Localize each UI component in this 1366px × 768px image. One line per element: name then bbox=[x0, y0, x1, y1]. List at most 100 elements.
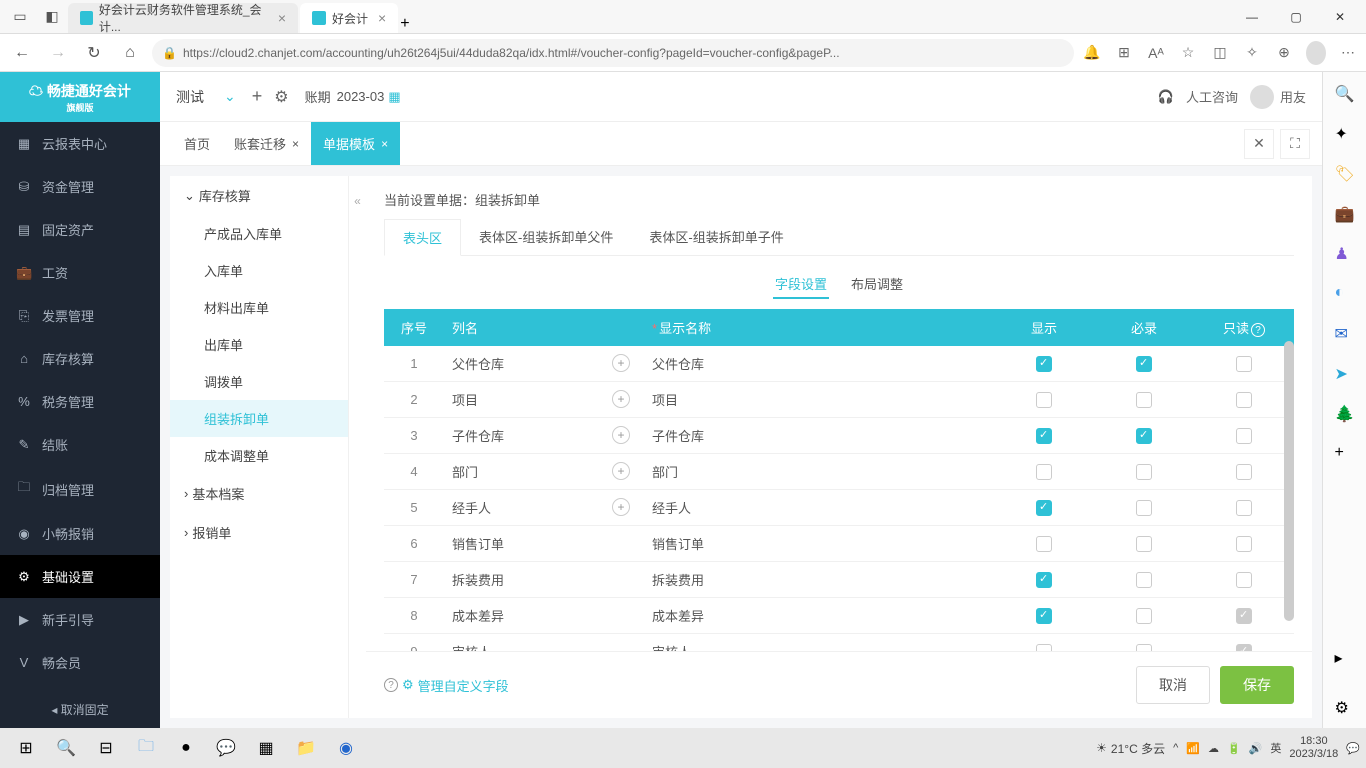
sidebar-settings-icon[interactable]: ⚙ bbox=[1335, 698, 1355, 718]
close-all-icon[interactable]: ✕ bbox=[1244, 129, 1274, 159]
favorite-icon[interactable]: ☆ bbox=[1178, 44, 1198, 61]
close-button[interactable]: ✕ bbox=[1318, 10, 1362, 24]
text-size-icon[interactable]: Aᴬ bbox=[1146, 45, 1166, 61]
checkbox[interactable] bbox=[1236, 500, 1252, 516]
period-value[interactable]: 2023-03 bbox=[337, 89, 385, 104]
explorer-icon[interactable]: 🗀 bbox=[126, 728, 166, 768]
area-tab[interactable]: 表体区-组装拆卸单父件 bbox=[461, 219, 631, 255]
cancel-button[interactable]: 取消 bbox=[1136, 666, 1210, 704]
volume-icon[interactable]: 🔊 bbox=[1249, 742, 1263, 755]
help-icon[interactable]: ? bbox=[1251, 323, 1265, 337]
cloud-icon[interactable]: ☁ bbox=[1208, 742, 1219, 755]
weather-widget[interactable]: ☀ 21°C 多云 bbox=[1096, 740, 1165, 757]
consult-link[interactable]: 人工咨询 bbox=[1186, 87, 1238, 106]
collapse-panel-button[interactable]: « bbox=[348, 176, 366, 718]
close-icon[interactable]: × bbox=[381, 137, 388, 151]
cell-display[interactable]: 拆装费用 bbox=[644, 562, 994, 598]
checkbox[interactable] bbox=[1136, 644, 1152, 651]
headset-icon[interactable]: 🎧 bbox=[1158, 89, 1174, 105]
cell-display[interactable]: 部门 bbox=[644, 454, 994, 490]
sidebar-item-基础设置[interactable]: ⚙基础设置 bbox=[0, 555, 160, 598]
calendar-icon[interactable]: ▦ bbox=[388, 89, 400, 105]
doc-type-item[interactable]: 成本调整单 bbox=[170, 437, 348, 474]
sidebar-item-畅会员[interactable]: V畅会员 bbox=[0, 641, 160, 684]
cell-display[interactable]: 成本差异 bbox=[644, 598, 994, 634]
checkbox[interactable] bbox=[1036, 572, 1052, 588]
checkbox[interactable] bbox=[1236, 392, 1252, 408]
search-icon[interactable]: 🔍 bbox=[1335, 84, 1355, 104]
add-icon[interactable]: + bbox=[612, 498, 630, 516]
cell-display[interactable]: 销售订单 bbox=[644, 526, 994, 562]
sidebar-item-税务管理[interactable]: %税务管理 bbox=[0, 380, 160, 423]
checkbox[interactable] bbox=[1236, 536, 1252, 552]
menu-icon[interactable]: ⋯ bbox=[1338, 44, 1358, 61]
edge-icon[interactable]: ◉ bbox=[326, 728, 366, 768]
shopping-icon[interactable]: 🏷 bbox=[1335, 164, 1355, 184]
checkbox[interactable] bbox=[1136, 356, 1152, 372]
notification-icon[interactable]: 🔔 bbox=[1082, 44, 1102, 61]
page-tab[interactable]: 首页 bbox=[172, 122, 222, 165]
browser-tab-1[interactable]: 好会计云财务软件管理系统_会计... × bbox=[68, 3, 298, 33]
checkbox[interactable] bbox=[1036, 428, 1052, 444]
tools-icon[interactable]: 💼 bbox=[1335, 204, 1355, 224]
group-expense[interactable]: ›报销单 bbox=[170, 513, 348, 552]
sidebar-item-资金管理[interactable]: ⛁资金管理 bbox=[0, 165, 160, 208]
collections-icon[interactable]: ✧ bbox=[1242, 44, 1262, 61]
sidebar-item-小畅报销[interactable]: ◉小畅报销 bbox=[0, 512, 160, 555]
checkbox[interactable] bbox=[1136, 608, 1152, 624]
checkbox[interactable] bbox=[1036, 392, 1052, 408]
checkbox[interactable] bbox=[1136, 536, 1152, 552]
cell-display[interactable]: 审核人 bbox=[644, 634, 994, 652]
office-icon[interactable]: ◐ bbox=[1335, 284, 1355, 304]
doc-type-item[interactable]: 入库单 bbox=[170, 252, 348, 289]
checkbox[interactable] bbox=[1236, 464, 1252, 480]
clock[interactable]: 18:30 2023/3/18 bbox=[1289, 735, 1338, 761]
chrome-icon[interactable]: ● bbox=[166, 728, 206, 768]
checkbox[interactable] bbox=[1236, 572, 1252, 588]
start-button[interactable]: ⊞ bbox=[6, 728, 46, 768]
cell-display[interactable]: 经手人 bbox=[644, 490, 994, 526]
setting-tab[interactable]: 字段设置 bbox=[773, 270, 829, 299]
checkbox[interactable] bbox=[1236, 428, 1252, 444]
fullscreen-icon[interactable]: ⛶ bbox=[1280, 129, 1310, 159]
wifi-icon[interactable]: 📶 bbox=[1186, 742, 1200, 755]
maximize-button[interactable]: ▢ bbox=[1274, 10, 1318, 24]
send-icon[interactable]: ➤ bbox=[1335, 364, 1355, 384]
page-tab[interactable]: 账套迁移× bbox=[222, 122, 311, 165]
area-tab[interactable]: 表体区-组装拆卸单子件 bbox=[631, 219, 801, 255]
user-menu[interactable]: 用友 bbox=[1250, 85, 1306, 109]
checkbox[interactable] bbox=[1036, 644, 1052, 651]
notification-center-icon[interactable]: 💬 bbox=[1346, 742, 1360, 755]
add-icon[interactable]: + bbox=[612, 354, 630, 372]
checkbox[interactable] bbox=[1136, 572, 1152, 588]
checkbox[interactable] bbox=[1036, 608, 1052, 624]
sidebar-item-固定资产[interactable]: ▤固定资产 bbox=[0, 208, 160, 251]
sidebar-item-结账[interactable]: ✎结账 bbox=[0, 423, 160, 466]
doc-type-item[interactable]: 组装拆卸单 bbox=[170, 400, 348, 437]
address-bar[interactable]: 🔒 https://cloud2.chanjet.com/accounting/… bbox=[152, 39, 1074, 67]
group-basic[interactable]: ›基本档案 bbox=[170, 474, 348, 513]
refresh-button[interactable]: ↻ bbox=[80, 43, 108, 63]
outlook-icon[interactable]: ✉ bbox=[1335, 324, 1355, 344]
games-icon[interactable]: ♟ bbox=[1335, 244, 1355, 264]
extension-icon[interactable]: ⊞ bbox=[1114, 44, 1134, 61]
add-icon[interactable]: + bbox=[612, 426, 630, 444]
calendar-icon[interactable]: ▦ bbox=[246, 728, 286, 768]
sidebar-collapse-icon[interactable]: ▸ bbox=[1335, 648, 1355, 668]
manage-custom-fields-link[interactable]: ? ⚙ 管理自定义字段 bbox=[384, 676, 509, 695]
minimize-button[interactable]: — bbox=[1230, 10, 1274, 24]
add-sidebar-icon[interactable]: + bbox=[1335, 444, 1355, 464]
checkbox[interactable] bbox=[1236, 356, 1252, 372]
cell-display[interactable]: 项目 bbox=[644, 382, 994, 418]
group-inventory[interactable]: ⌄库存核算 bbox=[170, 176, 348, 215]
home-button[interactable]: ⌂ bbox=[116, 44, 144, 62]
checkbox[interactable] bbox=[1136, 500, 1152, 516]
ime-indicator[interactable]: 英 bbox=[1270, 740, 1281, 756]
sidebar-item-工资[interactable]: 💼工资 bbox=[0, 251, 160, 294]
close-icon[interactable]: × bbox=[378, 10, 386, 26]
sidebar-unpin[interactable]: ◂ 取消固定 bbox=[0, 691, 160, 728]
workspace-icon[interactable]: ◧ bbox=[36, 8, 68, 25]
wechat-icon[interactable]: 💬 bbox=[206, 728, 246, 768]
add-icon[interactable]: + bbox=[612, 390, 630, 408]
personal-icon[interactable]: ▭ bbox=[4, 8, 36, 25]
